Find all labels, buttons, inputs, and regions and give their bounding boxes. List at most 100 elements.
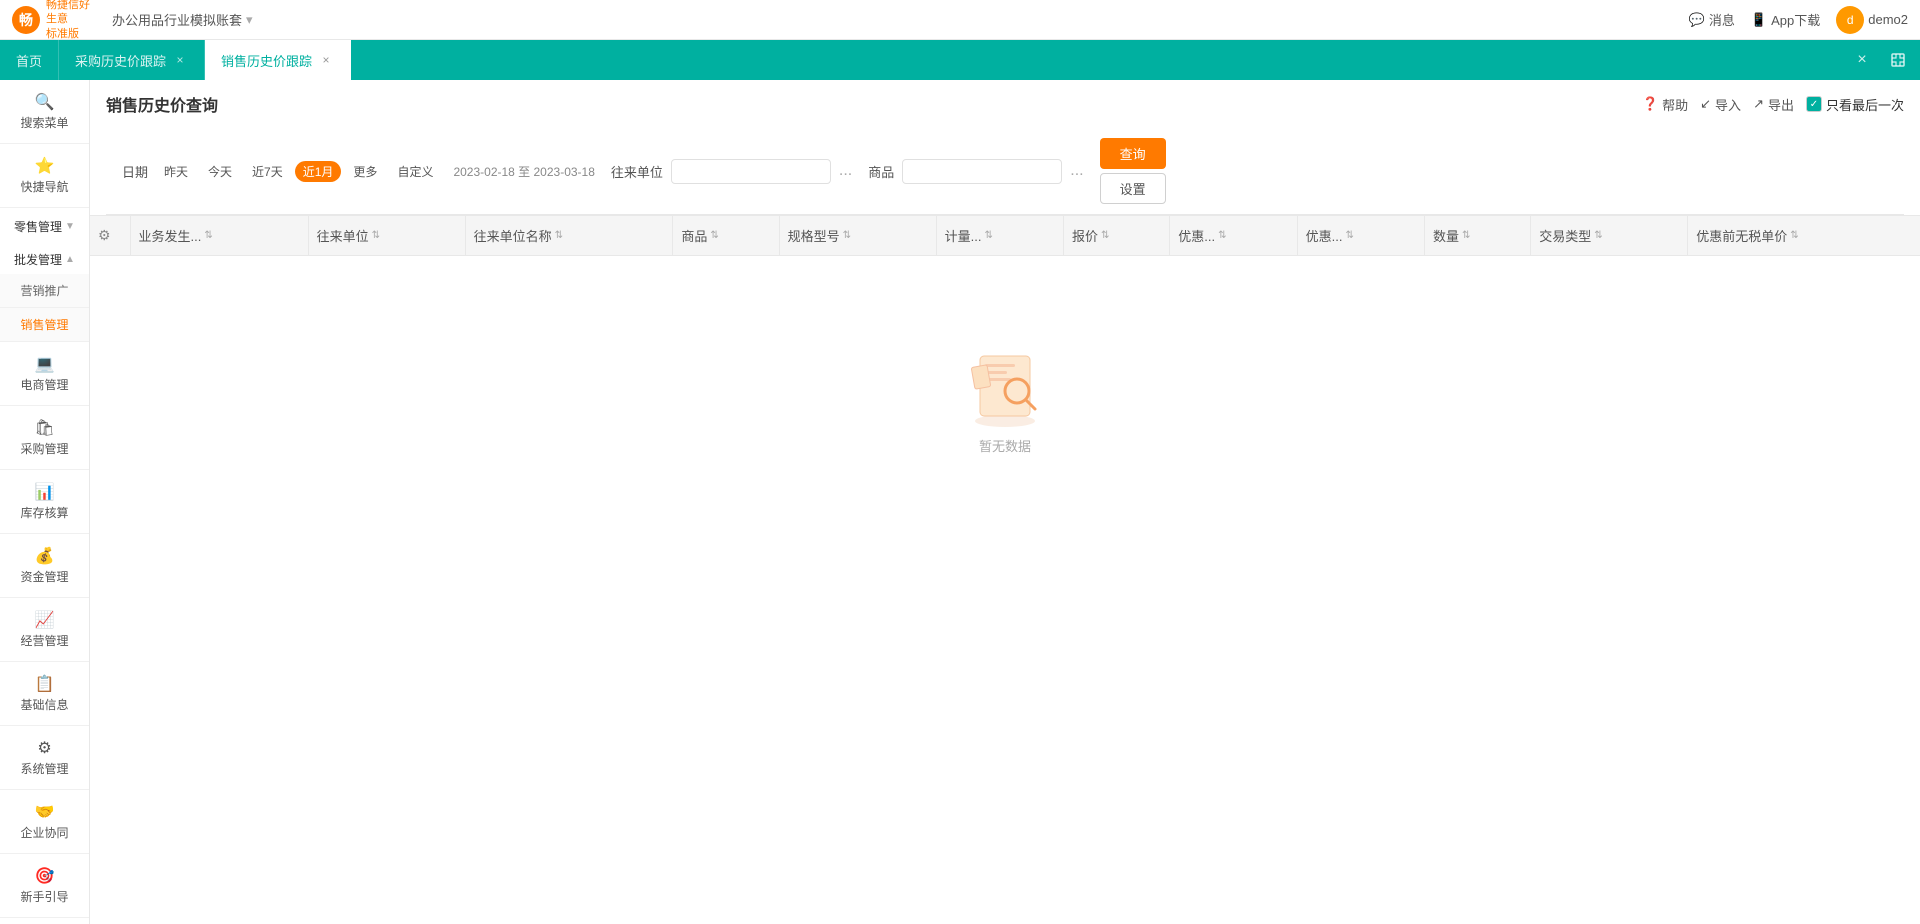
- minimize-button[interactable]: ×: [1848, 46, 1876, 74]
- tab-bar: 首页 采购历史价跟踪 × 销售历史价跟踪 × ×: [0, 40, 1920, 80]
- product-input[interactable]: [902, 159, 1062, 184]
- import-icon: ↙: [1700, 96, 1711, 112]
- sidebar-item-enterprise-collab[interactable]: 🤝 企业协同: [0, 790, 89, 854]
- dropdown-icon: ▾: [246, 12, 253, 28]
- tab-bar-right: ×: [1848, 46, 1920, 74]
- finance-label: 资金管理: [20, 568, 68, 585]
- tab-purchase-label: 采购历史价跟踪: [75, 51, 166, 70]
- message-icon: 💬: [1689, 12, 1705, 28]
- app-download-button[interactable]: 📱 App下载: [1751, 10, 1820, 29]
- query-button[interactable]: 查询: [1100, 138, 1166, 169]
- sidebar-item-app-center[interactable]: 📱 应用中心: [0, 918, 89, 924]
- tab-purchase-history[interactable]: 采购历史价跟踪 ×: [59, 40, 205, 80]
- col-product[interactable]: 商品 ⇅: [673, 216, 779, 256]
- product-dots[interactable]: ...: [1070, 162, 1083, 180]
- col-biz-date[interactable]: 业务发生... ⇅: [130, 216, 308, 256]
- user-menu[interactable]: d demo2: [1836, 6, 1908, 34]
- col-quote[interactable]: 报价 ⇅: [1064, 216, 1170, 256]
- col-counterpart-name[interactable]: 往来单位名称 ⇅: [465, 216, 673, 256]
- page-title-row: 销售历史价查询 ❓ 帮助 ↙ 导入 ↗ 导出 ✓: [106, 92, 1904, 116]
- close-sales-tab[interactable]: ×: [318, 52, 334, 68]
- sidebar-search-label: 搜索菜单: [20, 114, 68, 131]
- col-discount-amt[interactable]: 优惠... ⇅: [1297, 216, 1424, 256]
- col-spec[interactable]: 规格型号 ⇅: [779, 216, 936, 256]
- collab-label: 企业协同: [20, 824, 68, 841]
- date-label: 日期: [122, 162, 148, 181]
- sidebar-item-search-menu[interactable]: 🔍 搜索菜单: [0, 80, 89, 144]
- settings-th-icon: ⚙: [98, 227, 111, 243]
- table-header: ⚙ 业务发生... ⇅ 往来单位 ⇅: [90, 216, 1920, 256]
- sort-icon-discount-amt: ⇅: [1345, 230, 1353, 241]
- main-layout: 🔍 搜索菜单 ⭐ 快捷导航 零售管理 ▼ 批发管理 ▲ 营销推广 销售管理 💻 …: [0, 80, 1920, 924]
- basic-info-icon: 📋: [35, 674, 55, 694]
- industry-selector[interactable]: 办公用品行业模拟账套 ▾: [104, 6, 261, 33]
- sidebar-item-basic-info[interactable]: 📋 基础信息: [0, 662, 89, 726]
- logo-area: 畅 畅捷信好生意 标准版: [12, 0, 96, 41]
- sidebar-item-operations[interactable]: 📈 经营管理: [0, 598, 89, 662]
- tab-home[interactable]: 首页: [0, 40, 59, 80]
- col-discount-pct[interactable]: 优惠... ⇅: [1170, 216, 1297, 256]
- date-range-display: 2023-02-18 至 2023-03-18: [453, 163, 594, 180]
- empty-state: 暂无数据: [90, 256, 1920, 535]
- counterpart-filter-group: 往来单位 ...: [611, 159, 852, 184]
- date-option-more[interactable]: 更多: [345, 161, 385, 182]
- import-button[interactable]: ↙ 导入: [1700, 95, 1741, 114]
- sort-icon-quote: ⇅: [1101, 230, 1109, 241]
- date-option-yesterday[interactable]: 昨天: [156, 161, 196, 182]
- product-label: 商品: [868, 162, 894, 181]
- help-button[interactable]: ❓ 帮助: [1642, 95, 1688, 114]
- ecommerce-icon: 💻: [35, 354, 55, 374]
- inventory-label: 库存核算: [20, 504, 68, 521]
- col-pre-discount-price[interactable]: 优惠前无税单价 ⇅: [1688, 216, 1920, 256]
- only-last-checkbox[interactable]: ✓ 只看最后一次: [1806, 95, 1904, 114]
- sidebar-item-wholesale-mgmt[interactable]: 批发管理 ▲: [0, 241, 89, 274]
- tab-home-label: 首页: [16, 51, 42, 70]
- close-purchase-tab[interactable]: ×: [172, 52, 188, 68]
- purchase-icon: 🛍: [34, 418, 54, 438]
- sidebar-item-finance[interactable]: 💰 资金管理: [0, 534, 89, 598]
- sidebar-item-new-guide[interactable]: 🎯 新手引导: [0, 854, 89, 918]
- date-option-custom[interactable]: 自定义: [389, 161, 441, 182]
- col-trade-type[interactable]: 交易类型 ⇅: [1531, 216, 1688, 256]
- sort-icon-spec: ⇅: [843, 230, 851, 241]
- date-filter-group: 日期 昨天 今天 近7天 近1月 更多 自定义 2023-02-18 至 202…: [122, 161, 595, 182]
- counterpart-dots[interactable]: ...: [839, 162, 852, 180]
- sort-icon-counterpart-name: ⇅: [555, 230, 563, 241]
- date-options: 昨天 今天 近7天 近1月 更多 自定义: [156, 161, 441, 182]
- col-counterpart-code[interactable]: 往来单位 ⇅: [308, 216, 465, 256]
- date-option-today[interactable]: 今天: [200, 161, 240, 182]
- sidebar-item-marketing-promo[interactable]: 营销推广: [0, 274, 89, 308]
- message-button[interactable]: 💬 消息: [1689, 10, 1735, 29]
- export-button[interactable]: ↗ 导出: [1753, 95, 1794, 114]
- date-option-last7[interactable]: 近7天: [244, 161, 291, 182]
- date-option-last1month[interactable]: 近1月: [295, 161, 342, 182]
- page-actions: ❓ 帮助 ↙ 导入 ↗ 导出 ✓ 只看最后一次: [1642, 95, 1904, 114]
- purchase-label: 采购管理: [20, 440, 68, 457]
- sidebar-item-quick-nav[interactable]: ⭐ 快捷导航: [0, 144, 89, 208]
- sort-icon-unit: ⇅: [984, 230, 992, 241]
- top-bar-left: 畅 畅捷信好生意 标准版 办公用品行业模拟账套 ▾: [12, 0, 261, 41]
- sidebar-item-purchase[interactable]: 🛍 采购管理: [0, 406, 89, 470]
- counterpart-label: 往来单位: [611, 162, 663, 181]
- sidebar-item-system[interactable]: ⚙ 系统管理: [0, 726, 89, 790]
- col-qty[interactable]: 数量 ⇅: [1425, 216, 1531, 256]
- logo-icon: 畅: [12, 6, 40, 34]
- retail-label: 零售管理: [14, 218, 62, 235]
- sort-icon-discount-pct: ⇅: [1218, 230, 1226, 241]
- sidebar-item-inventory[interactable]: 📊 库存核算: [0, 470, 89, 534]
- chevron-up-icon: ▲: [65, 254, 75, 265]
- system-label: 系统管理: [20, 760, 68, 777]
- tab-sales-history[interactable]: 销售历史价跟踪 ×: [205, 40, 351, 80]
- star-icon: ⭐: [35, 156, 55, 176]
- sort-icon-trade-type: ⇅: [1594, 230, 1602, 241]
- sidebar-item-retail-mgmt[interactable]: 零售管理 ▼: [0, 208, 89, 241]
- counterpart-input[interactable]: [671, 159, 831, 184]
- settings-button[interactable]: 设置: [1100, 173, 1166, 204]
- sidebar-item-sales-mgmt[interactable]: 销售管理: [0, 308, 89, 342]
- content-area: 销售历史价查询 ❓ 帮助 ↙ 导入 ↗ 导出 ✓: [90, 80, 1920, 924]
- col-unit[interactable]: 计量... ⇅: [936, 216, 1063, 256]
- expand-button[interactable]: [1884, 46, 1912, 74]
- chevron-down-icon: ▼: [65, 221, 75, 232]
- col-settings[interactable]: ⚙: [90, 216, 130, 256]
- sidebar-item-ecommerce[interactable]: 💻 电商管理: [0, 342, 89, 406]
